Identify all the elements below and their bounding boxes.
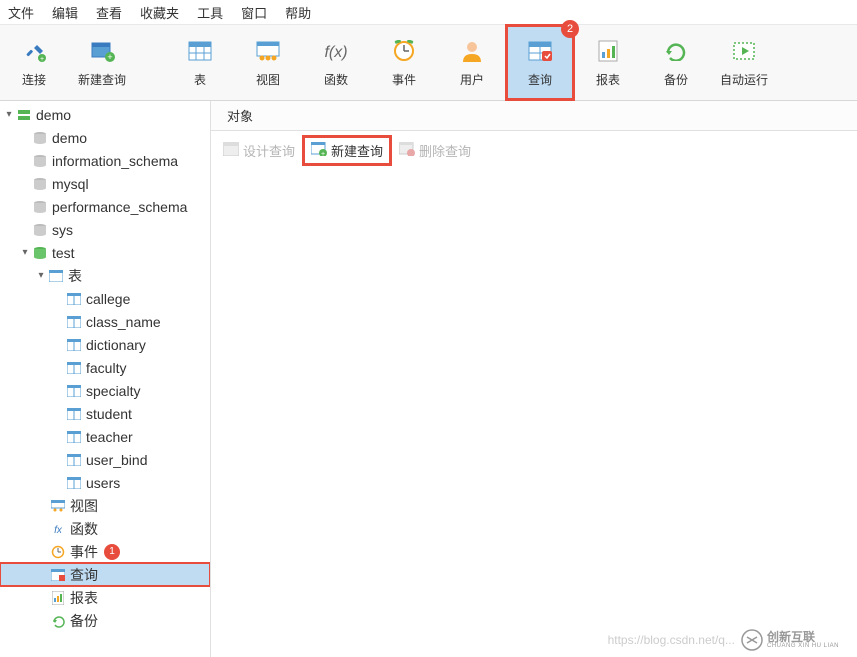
db-icon [32, 245, 48, 261]
menu-view[interactable]: 查看 [96, 3, 122, 22]
content-area: 对象 设计查询 + 新建查询 删除查询 https://blog.csdn.ne… [211, 101, 857, 657]
table-icon [66, 383, 82, 399]
tree-table-item[interactable]: users [0, 471, 210, 494]
tool-user[interactable]: 用户 [438, 25, 506, 100]
chevron-down-icon[interactable]: ▾ [34, 270, 48, 281]
btn-design-query[interactable]: 设计查询 [217, 138, 301, 163]
tree-db-perf[interactable]: performance_schema [0, 195, 210, 218]
tree-functions[interactable]: fx函数 [0, 517, 210, 540]
table-icon [66, 475, 82, 491]
svg-text:f(x): f(x) [324, 44, 347, 61]
tool-table[interactable]: 表 [166, 25, 234, 100]
tool-report[interactable]: 报表 [574, 25, 642, 100]
table-icon [66, 291, 82, 307]
watermark: https://blog.csdn.net/q... 创新互联 CHUANG X… [608, 629, 839, 651]
table-icon [66, 406, 82, 422]
object-tab[interactable]: 对象 [211, 101, 857, 131]
tool-new-query[interactable]: + 新建查询 [68, 25, 136, 100]
menu-window[interactable]: 窗口 [241, 3, 267, 22]
db-icon [32, 199, 48, 215]
query-icon [50, 567, 66, 583]
tree-tables[interactable]: ▾表 [0, 264, 210, 287]
table-icon [66, 429, 82, 445]
tree-table-item[interactable]: class_name [0, 310, 210, 333]
db-icon [32, 153, 48, 169]
report-icon [50, 590, 66, 606]
db-icon [32, 222, 48, 238]
view-icon [50, 498, 66, 514]
tree-queries[interactable]: 查询 [0, 563, 210, 586]
tool-view[interactable]: 视图 [234, 25, 302, 100]
menu-fav[interactable]: 收藏夹 [140, 3, 179, 22]
tree-table-item[interactable]: dictionary [0, 333, 210, 356]
main-toolbar: + 连接 + 新建查询 表 视图 f(x) 函数 事件 用户 查询 2 报表 备… [0, 25, 857, 101]
chevron-down-icon[interactable]: ▾ [2, 109, 16, 120]
tool-backup[interactable]: 备份 [642, 25, 710, 100]
chevron-down-icon[interactable]: ▾ [18, 247, 32, 258]
menu-tools[interactable]: 工具 [197, 3, 223, 22]
badge-1: 1 [104, 544, 120, 560]
db-icon [32, 176, 48, 192]
tree-table-item[interactable]: specialty [0, 379, 210, 402]
btn-delete-query[interactable]: 删除查询 [393, 138, 477, 163]
auto-icon [730, 37, 758, 65]
tree-backups[interactable]: 备份 [0, 609, 210, 632]
menu-file[interactable]: 文件 [8, 3, 34, 22]
newquery-icon: + [88, 37, 116, 65]
tool-auto[interactable]: 自动运行 [710, 25, 778, 100]
backup-icon [662, 37, 690, 65]
tree-table-item[interactable]: faculty [0, 356, 210, 379]
table-icon [186, 37, 214, 65]
server-icon [16, 107, 32, 123]
query-icon [526, 37, 554, 65]
tree-db-demo[interactable]: demo [0, 126, 210, 149]
tree-table-item[interactable]: user_bind [0, 448, 210, 471]
tree-server[interactable]: ▾ demo [0, 103, 210, 126]
svg-text:+: + [321, 151, 325, 156]
tool-connect[interactable]: + 连接 [0, 25, 68, 100]
tree-db-test[interactable]: ▾test [0, 241, 210, 264]
newq-icon: + [311, 142, 327, 158]
tree-table-item[interactable]: student [0, 402, 210, 425]
tree-views[interactable]: 视图 [0, 494, 210, 517]
fx-icon: f(x) [322, 37, 350, 65]
btn-new-query[interactable]: + 新建查询 [305, 138, 389, 163]
brand-logo: 创新互联 CHUANG XIN HU LIAN [741, 629, 839, 651]
fx-icon: fx [50, 521, 66, 537]
user-icon [458, 37, 486, 65]
plug-icon: + [20, 37, 48, 65]
object-toolbar: 设计查询 + 新建查询 删除查询 [211, 131, 857, 169]
view-icon [254, 37, 282, 65]
tree-table-item[interactable]: teacher [0, 425, 210, 448]
report-icon [594, 37, 622, 65]
clock-icon [50, 544, 66, 560]
svg-text:fx: fx [54, 525, 63, 536]
tree-db-info[interactable]: information_schema [0, 149, 210, 172]
tree-reports[interactable]: 报表 [0, 586, 210, 609]
table-icon [66, 337, 82, 353]
tree-table-item[interactable]: callege [0, 287, 210, 310]
menu-help[interactable]: 帮助 [285, 3, 311, 22]
table-icon [66, 314, 82, 330]
svg-text:+: + [40, 56, 44, 62]
tool-query[interactable]: 查询 2 [506, 25, 574, 100]
tool-function[interactable]: f(x) 函数 [302, 25, 370, 100]
table-icon [66, 360, 82, 376]
db-icon [32, 130, 48, 146]
tool-event[interactable]: 事件 [370, 25, 438, 100]
menu-bar: 文件 编辑 查看 收藏夹 工具 窗口 帮助 [0, 0, 857, 25]
table-icon [66, 452, 82, 468]
tree-db-mysql[interactable]: mysql [0, 172, 210, 195]
table-icon [48, 268, 64, 284]
sidebar: ▾ demo demo information_schema mysql per… [0, 101, 211, 657]
clock-icon [390, 37, 418, 65]
backup-icon [50, 613, 66, 629]
tree-events[interactable]: 事件1 [0, 540, 210, 563]
db-tree: ▾ demo demo information_schema mysql per… [0, 103, 210, 632]
svg-text:+: + [107, 52, 112, 62]
design-icon [223, 142, 239, 158]
menu-edit[interactable]: 编辑 [52, 3, 78, 22]
tree-db-sys[interactable]: sys [0, 218, 210, 241]
delq-icon [399, 142, 415, 158]
